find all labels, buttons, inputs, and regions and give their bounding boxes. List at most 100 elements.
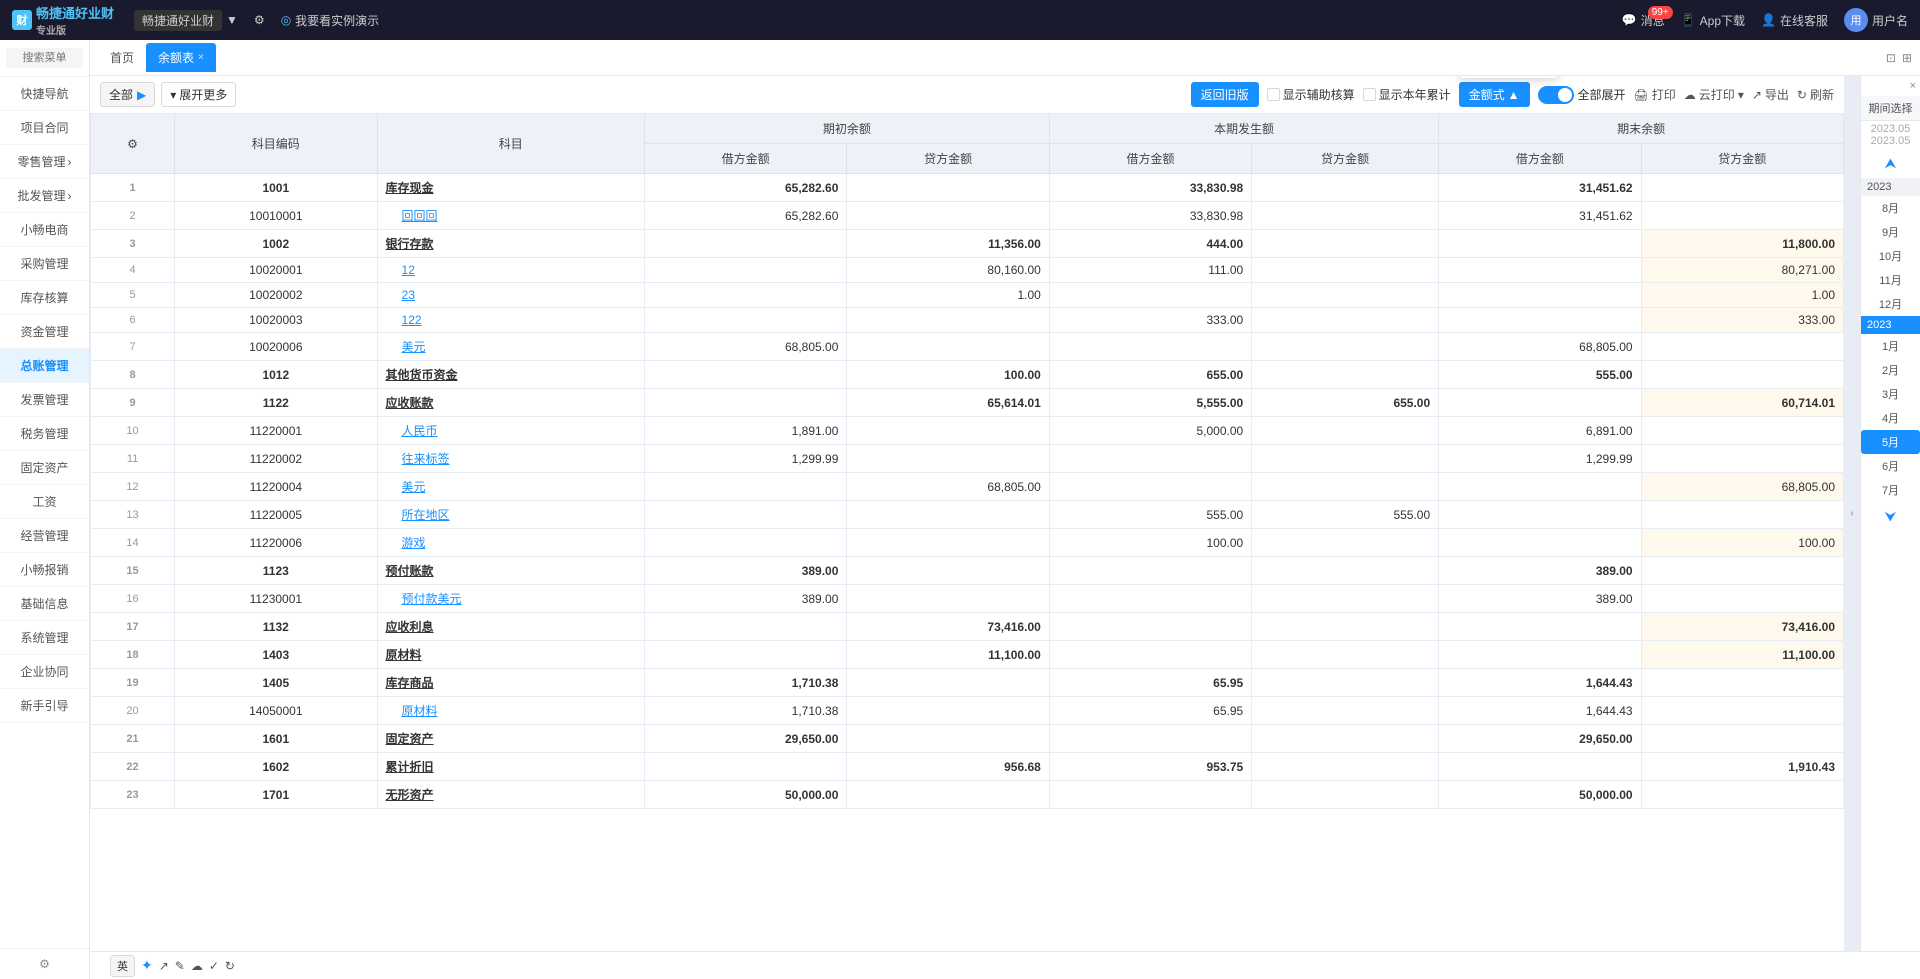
row-ob_c — [847, 333, 1049, 361]
all-filter-btn[interactable]: 全部 ▶ — [100, 82, 155, 107]
bottom-icon-6[interactable]: ↻ — [225, 959, 235, 973]
dropdown-qty-foreign[interactable]: 数量外币式 — [1460, 76, 1558, 78]
sidebar-item-inventory[interactable]: 库存核算 — [0, 281, 89, 315]
month-4[interactable]: 4月 — [1861, 406, 1920, 430]
table-row: 81012其他货币资金100.00655.00555.00 — [91, 361, 1844, 389]
next-nav-btn[interactable]: ⮟ — [1879, 504, 1903, 529]
user-avatar[interactable]: 用 用户名 — [1844, 8, 1908, 32]
sidebar-item-cooperation[interactable]: 企业协同 — [0, 655, 89, 689]
app-download-btn[interactable]: 📱 App下载 — [1681, 12, 1745, 29]
sidebar-item-tax[interactable]: 税务管理 — [0, 417, 89, 451]
tab-minimize-icon[interactable]: ⊡ — [1886, 51, 1896, 65]
month-12[interactable]: 12月 — [1861, 292, 1920, 316]
cloud-print-btn[interactable]: ☁ 云打印 ▾ — [1684, 86, 1744, 103]
row-subject[interactable]: 库存现金 — [377, 174, 644, 202]
message-btn[interactable]: 💬 消息 99+ — [1622, 12, 1665, 29]
prev-nav-btn[interactable]: ⮝ — [1879, 151, 1903, 176]
row-subject[interactable]: 应收利息 — [377, 613, 644, 641]
sidebar-item-purchase[interactable]: 采购管理 — [0, 247, 89, 281]
sidebar-item-basic[interactable]: 基础信息 — [0, 587, 89, 621]
back-old-version-btn[interactable]: 返回旧版 — [1191, 82, 1259, 107]
row-subject[interactable]: 应收账款 — [377, 389, 644, 417]
sidebar-settings-btn[interactable]: ⚙ — [0, 948, 89, 979]
row-pd: 65.95 — [1049, 697, 1251, 725]
row-num: 9 — [91, 389, 175, 417]
row-num: 7 — [91, 333, 175, 361]
row-pc — [1252, 361, 1439, 389]
month-11[interactable]: 11月 — [1861, 268, 1920, 292]
month-9[interactable]: 9月 — [1861, 220, 1920, 244]
refresh-btn[interactable]: ↻ 刷新 — [1797, 86, 1834, 103]
tab-balance[interactable]: 余额表 × — [146, 43, 216, 72]
app-dropdown[interactable]: 畅捷通好业财 ▼ — [134, 10, 238, 31]
print-btn[interactable]: 🖨 打印 — [1634, 86, 1676, 103]
sidebar-item-retail[interactable]: 零售管理› — [0, 145, 89, 179]
month-6[interactable]: 6月 — [1861, 454, 1920, 478]
bottom-icon-5[interactable]: ✓ — [209, 959, 219, 973]
row-pc — [1252, 725, 1439, 753]
row-cb_c: 11,800.00 — [1641, 230, 1843, 258]
row-subject[interactable]: 累计折旧 — [377, 753, 644, 781]
demo-label: 我要看实例演示 — [295, 12, 379, 29]
jin-e-btn[interactable]: 金额式 ▲ — [1459, 82, 1530, 107]
month-5-current[interactable]: 5月 — [1861, 430, 1920, 454]
sidebar-item-ecommerce[interactable]: 小畅电商 — [0, 213, 89, 247]
show-auxiliary-checkbox[interactable]: 显示辅助核算 — [1267, 86, 1355, 103]
expand-switch[interactable] — [1538, 86, 1574, 104]
online-service-btn[interactable]: 👤 在线客服 — [1761, 12, 1828, 29]
sidebar-item-salary[interactable]: 工资 — [0, 485, 89, 519]
bottom-icon-1[interactable]: ✦ — [141, 957, 153, 974]
sidebar-item-ledger[interactable]: 总账管理 — [0, 349, 89, 383]
row-subject[interactable]: 固定资产 — [377, 725, 644, 753]
month-3[interactable]: 3月 — [1861, 382, 1920, 406]
bottom-icon-4[interactable]: ☁ — [191, 959, 203, 973]
sidebar-item-fixed-asset[interactable]: 固定资产 — [0, 451, 89, 485]
bottom-icon-2[interactable]: ↗ — [159, 959, 169, 973]
filter-arrow-icon[interactable]: ▶ — [137, 88, 146, 102]
tab-maximize-icon[interactable]: ⊞ — [1902, 51, 1912, 65]
row-subject[interactable]: 其他货币资金 — [377, 361, 644, 389]
lang-btn[interactable]: 英 — [110, 955, 135, 977]
right-sidebar-close-btn[interactable]: × — [1861, 76, 1920, 96]
yearly-checkbox-box[interactable] — [1363, 88, 1376, 101]
show-yearly-checkbox[interactable]: 显示本年累计 — [1363, 86, 1451, 103]
avatar: 用 — [1844, 8, 1868, 32]
settings-gear-icon[interactable]: ⚙ — [254, 13, 265, 27]
tab-home[interactable]: 首页 — [98, 43, 146, 72]
month-1[interactable]: 1月 — [1861, 334, 1920, 358]
sidebar-item-project[interactable]: 项目合同 — [0, 111, 89, 145]
row-subject[interactable]: 无形资产 — [377, 781, 644, 809]
row-pd — [1049, 585, 1251, 613]
search-input[interactable] — [6, 48, 83, 68]
row-pc — [1252, 753, 1439, 781]
bottom-icon-3[interactable]: ✎ — [175, 959, 185, 973]
sidebar-item-wholesale[interactable]: 批发管理› — [0, 179, 89, 213]
sidebar-item-capital[interactable]: 资金管理 — [0, 315, 89, 349]
month-8[interactable]: 8月 — [1861, 196, 1920, 220]
sidebar-item-system[interactable]: 系统管理 — [0, 621, 89, 655]
row-subject: 原材料 — [377, 697, 644, 725]
month-10[interactable]: 10月 — [1861, 244, 1920, 268]
sidebar-item-sales[interactable]: 小畅报销 — [0, 553, 89, 587]
auxiliary-checkbox-box[interactable] — [1267, 88, 1280, 101]
month-2[interactable]: 2月 — [1861, 358, 1920, 382]
expand-more-btn[interactable]: ▾ 展开更多 — [161, 82, 236, 107]
th-cb-credit: 贷方金额 — [1641, 144, 1843, 174]
sidebar-item-guide[interactable]: 新手引导 — [0, 689, 89, 723]
row-subject[interactable]: 预付账款 — [377, 557, 644, 585]
demo-link[interactable]: 我要看实例演示 — [281, 12, 380, 29]
month-7[interactable]: 7月 — [1861, 478, 1920, 502]
row-subject[interactable]: 银行存款 — [377, 230, 644, 258]
sidebar-item-invoice[interactable]: 发票管理 — [0, 383, 89, 417]
sidebar-item-quick-nav[interactable]: 快捷导航 — [0, 77, 89, 111]
tab-close-icon[interactable]: × — [198, 52, 204, 63]
th-subject: 科目 — [377, 114, 644, 174]
right-sidebar-collapse-btn[interactable]: ‹ — [1844, 76, 1860, 951]
row-cb_c: 73,416.00 — [1641, 613, 1843, 641]
row-subject[interactable]: 库存商品 — [377, 669, 644, 697]
sidebar-item-ops[interactable]: 经营管理 — [0, 519, 89, 553]
row-subject[interactable]: 原材料 — [377, 641, 644, 669]
th-settings[interactable]: ⚙ — [91, 114, 175, 174]
year-2023b-label: 2023 — [1861, 316, 1920, 334]
export-btn[interactable]: ↗ 导出 — [1752, 86, 1789, 103]
